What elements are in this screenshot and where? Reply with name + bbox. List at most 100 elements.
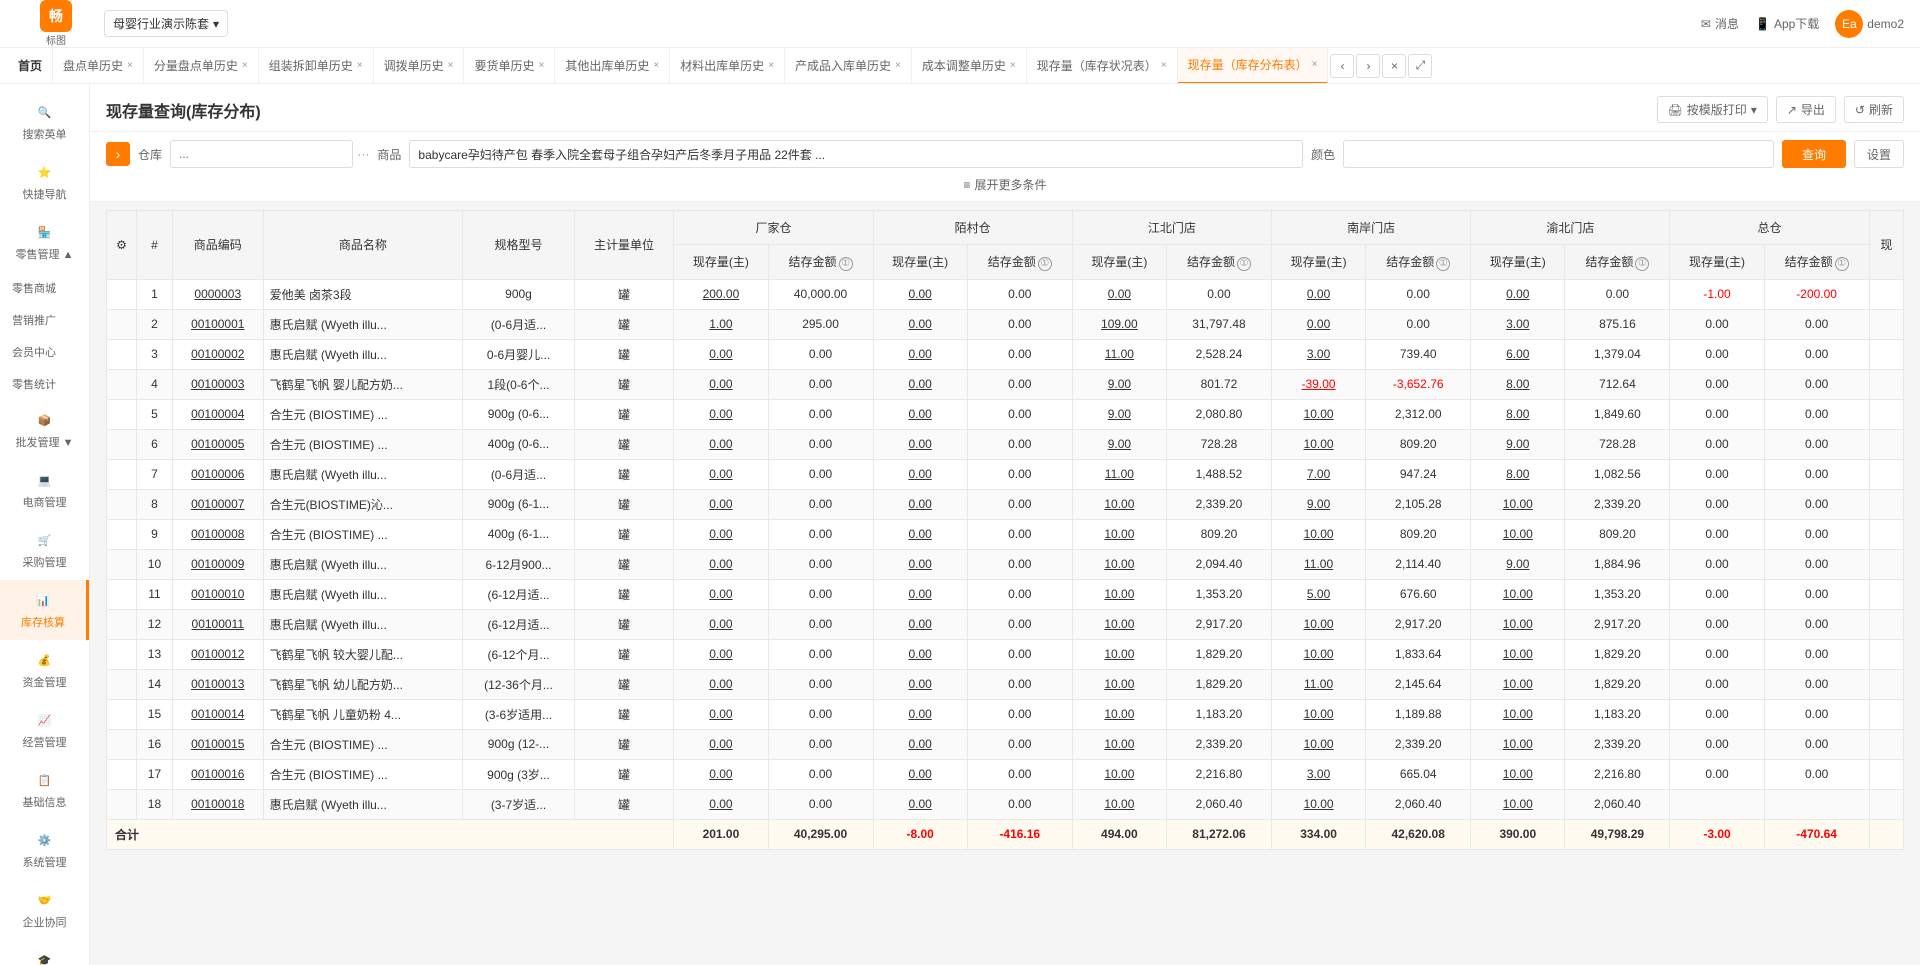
color-input[interactable]: [1343, 140, 1774, 168]
table-cell: 10.00: [1072, 549, 1166, 579]
sidebar-item-wholesale[interactable]: 📦 批发管理 ▼: [0, 400, 89, 460]
table-cell: 10.00: [1072, 519, 1166, 549]
table-cell: 900g: [463, 279, 574, 309]
table-cell: 2,080.80: [1166, 399, 1271, 429]
app-download-btn[interactable]: 📱 App下载: [1755, 15, 1819, 32]
table-cell: 7.00: [1272, 459, 1366, 489]
sidebar-item-guide[interactable]: 🎓 新手引导: [0, 940, 89, 965]
sidebar-item-stats[interactable]: 零售统计: [0, 368, 89, 400]
table-cell: 3.00: [1272, 339, 1366, 369]
table-cell: 0.00: [1670, 579, 1764, 609]
sidebar-item-retail[interactable]: 🏪 零售管理 ▲: [0, 212, 89, 272]
table-cell: 0.00: [768, 729, 873, 759]
nanan-amt-info[interactable]: ①: [1436, 257, 1450, 271]
print-btn[interactable]: 🖨 按模版打印 ▾: [1657, 96, 1768, 123]
table-cell: 2,917.20: [1565, 609, 1670, 639]
sidebar-item-nav[interactable]: ⭐ 快捷导航: [0, 152, 89, 212]
table-cell: [1670, 789, 1764, 819]
tab-10[interactable]: 现存量（库存状况表） ×: [1027, 48, 1178, 84]
tab-close-7[interactable]: ×: [768, 60, 774, 71]
table-cell: 109.00: [1072, 309, 1166, 339]
search-btn[interactable]: 查询: [1782, 140, 1846, 168]
tab-close-all-btn[interactable]: ×: [1382, 54, 1406, 78]
tab-next-btn[interactable]: ›: [1356, 54, 1380, 78]
table-cell: 00100006: [172, 459, 263, 489]
tab-1[interactable]: 盘点单历史 ×: [53, 48, 144, 84]
yubei-amt-info[interactable]: ①: [1635, 257, 1649, 271]
sidebar-item-ecom[interactable]: 💻 电商管理: [0, 460, 89, 520]
tab-9[interactable]: 成本调整单历史 ×: [912, 48, 1027, 84]
table-cell: 惠氏启赋 (Wyeth illu...: [263, 789, 463, 819]
tab-close-6[interactable]: ×: [653, 60, 659, 71]
tab-prev-btn[interactable]: ‹: [1330, 54, 1354, 78]
table-cell: 0.00: [1764, 729, 1869, 759]
table-cell: 9.00: [1471, 429, 1565, 459]
sidebar-item-inventory[interactable]: 📊 库存核算: [0, 580, 89, 640]
warehouse-input[interactable]: [170, 140, 353, 168]
tab-close-5[interactable]: ×: [538, 60, 544, 71]
th-factory-amt: 结存金额①: [768, 245, 873, 280]
table-cell: 0.00: [1764, 309, 1869, 339]
table-cell: 0000003: [172, 279, 263, 309]
sidebar-item-member[interactable]: 会员中心: [0, 336, 89, 368]
tab-close-9[interactable]: ×: [1010, 60, 1016, 71]
tab-close-11[interactable]: ×: [1312, 59, 1318, 70]
mochun-amt-info[interactable]: ①: [1038, 257, 1052, 271]
table-container: ⚙ # 商品编码 商品名称 规格型号 主计量单位 厂家仓 陌村仓 江北门店 南岸…: [90, 202, 1920, 965]
top-bar-right: ✉ 消息 📱 App下载 Ea demo2: [1701, 10, 1904, 38]
tab-close-8[interactable]: ×: [895, 60, 901, 71]
refresh-btn[interactable]: ↺ 刷新: [1844, 96, 1904, 123]
tab-7[interactable]: 材料出库单历史 ×: [670, 48, 785, 84]
sidebar-item-search[interactable]: 🔍 搜索英单: [0, 92, 89, 152]
table-cell: 0.00: [967, 789, 1072, 819]
sidebar-item-mall[interactable]: 零售商城: [0, 272, 89, 304]
total-amt-info[interactable]: ①: [1835, 257, 1849, 271]
main-layout: 🔍 搜索英单 ⭐ 快捷导航 🏪 零售管理 ▲ 零售商城 营销推广 会员中心 零售…: [0, 84, 1920, 965]
table-cell: 罐: [574, 669, 674, 699]
expand-conditions-btn[interactable]: ≡ 展开更多条件: [963, 176, 1046, 193]
tab-close-4[interactable]: ×: [448, 60, 454, 71]
tab-3[interactable]: 组装拆卸单历史 ×: [259, 48, 374, 84]
table-cell: 200.00: [674, 279, 768, 309]
tab-close-3[interactable]: ×: [357, 60, 363, 71]
top-bar: 畅 标图 母婴行业演示陈套 ▾ ✉ 消息 📱 App下载 Ea demo2: [0, 0, 1920, 48]
sidebar-item-ops[interactable]: 📈 经营管理: [0, 700, 89, 760]
table-cell: [1869, 489, 1903, 519]
sidebar-item-marketing[interactable]: 营销推广: [0, 304, 89, 336]
jiangbei-amt-info[interactable]: ①: [1237, 257, 1251, 271]
tab-2[interactable]: 分量盘点单历史 ×: [144, 48, 259, 84]
tab-close-1[interactable]: ×: [127, 60, 133, 71]
table-cell: 1,379.04: [1565, 339, 1670, 369]
logo-icon: 畅: [40, 0, 72, 32]
goods-input[interactable]: [409, 140, 1303, 168]
tab-5[interactable]: 要货单历史 ×: [464, 48, 555, 84]
tab-11[interactable]: 现存量（库存分布表） ×: [1178, 48, 1329, 84]
factory-amt-info[interactable]: ①: [839, 257, 853, 271]
sidebar-item-base[interactable]: 📋 基础信息: [0, 760, 89, 820]
table-cell: 罐: [574, 729, 674, 759]
tab-6[interactable]: 其他出库单历史 ×: [555, 48, 670, 84]
table-cell: 1,353.20: [1166, 579, 1271, 609]
tab-close-2[interactable]: ×: [242, 60, 248, 71]
sidebar-item-collab[interactable]: 🤝 企业协同: [0, 880, 89, 940]
tab-home[interactable]: 首页: [8, 48, 53, 84]
filter-toggle-btn[interactable]: ›: [106, 142, 130, 166]
sidebar-item-finance[interactable]: 💰 资金管理: [0, 640, 89, 700]
setting-btn[interactable]: 设置: [1854, 140, 1904, 168]
user-btn[interactable]: Ea demo2: [1835, 10, 1904, 38]
industry-select[interactable]: 母婴行业演示陈套 ▾: [104, 10, 228, 37]
filter-row-expand: ≡ 展开更多条件: [106, 176, 1904, 193]
table-cell: [107, 309, 137, 339]
tab-4[interactable]: 调拨单历史 ×: [374, 48, 465, 84]
table-cell: 9.00: [1072, 399, 1166, 429]
export-btn[interactable]: ↗ 导出: [1776, 96, 1836, 123]
sidebar-item-system[interactable]: ⚙️ 系统管理: [0, 820, 89, 880]
message-btn[interactable]: ✉ 消息: [1701, 15, 1739, 32]
tab-bar: 首页 盘点单历史 × 分量盘点单历史 × 组装拆卸单历史 × 调拨单历史 × 要…: [0, 48, 1920, 84]
tab-8[interactable]: 产成品入库单历史 ×: [785, 48, 912, 84]
sidebar-item-purchase[interactable]: 🛒 采购管理: [0, 520, 89, 580]
table-cell: 801.72: [1166, 369, 1271, 399]
tab-close-10[interactable]: ×: [1161, 60, 1167, 71]
message-label: 消息: [1715, 15, 1739, 32]
tab-expand-btn[interactable]: ⤢: [1408, 54, 1432, 78]
